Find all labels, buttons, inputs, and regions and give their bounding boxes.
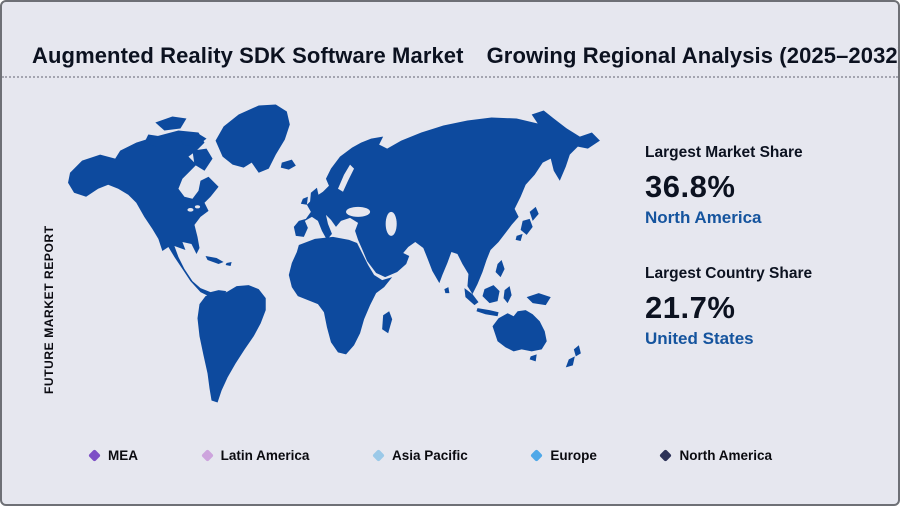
diamond-icon [200,449,214,462]
arctic-island [155,116,187,131]
legend-item-asia-pacific: Asia Pacific [372,448,468,463]
world-map-image [68,104,600,403]
legend-label: Europe [550,448,597,463]
legend-label: Latin America [220,448,310,463]
island-new-guinea [526,293,551,306]
legend-label: MEA [108,448,138,463]
island-greenland [215,104,290,173]
legend-label: North America [679,448,772,463]
stat-largest-market-share: Largest Market Share 36.8% North America [645,144,895,228]
island-borneo [482,285,500,304]
stat-label: Largest Market Share [645,144,803,161]
sea-black-sea [346,206,371,217]
island-new-zealand [573,345,581,357]
stat-label: Largest Country Share [645,265,813,282]
island-japan [515,233,523,241]
page-title: Augmented Reality SDK Software Market Gr… [32,43,900,69]
stat-region: United States [645,329,754,348]
island-hispaniola [225,262,232,267]
island-philippines [495,260,505,278]
legend-label: Asia Pacific [391,448,468,463]
infographic-frame: Augmented Reality SDK Software Market Gr… [0,0,900,506]
island-cuba [205,255,224,265]
legend-item-north-america: North America [659,448,772,463]
island-java [476,308,499,317]
island-japan [520,218,533,235]
legend-item-mea: MEA [88,448,138,463]
island-tasmania [529,354,537,362]
legend-item-europe: Europe [530,448,597,463]
stat-value: 21.7% [645,290,736,325]
island-sulawesi [503,286,512,304]
stat-region: North America [645,208,762,227]
lake-great-lakes [194,205,201,209]
lake-great-lakes [187,208,194,212]
island-madagascar [382,311,393,334]
map-legend: MEA Latin America Asia Pacific Europe No… [88,448,772,463]
island-iceland [280,159,296,170]
island-sri-lanka [444,287,450,294]
arctic-island [192,148,213,171]
island-ireland [300,196,308,205]
stat-value: 36.8% [645,169,736,204]
diamond-icon [372,449,385,462]
legend-item-latin-america: Latin America [200,448,310,463]
island-new-zealand [565,356,575,368]
diamond-icon [88,449,101,462]
continent-australia [492,310,547,352]
island-japan [529,206,539,221]
diamond-icon [659,449,673,462]
sea-caspian [385,211,397,236]
title-analysis-range: Growing Regional Analysis (2025–2032) [486,43,900,68]
continent-south-america [197,285,266,403]
stat-largest-country-share: Largest Country Share 21.7% United State… [645,265,895,349]
brand-watermark: FUTURE MARKET REPORT [42,225,56,394]
diamond-icon [530,449,544,462]
title-market-name: Augmented Reality SDK Software Market [32,43,464,68]
dotted-divider [2,76,898,78]
